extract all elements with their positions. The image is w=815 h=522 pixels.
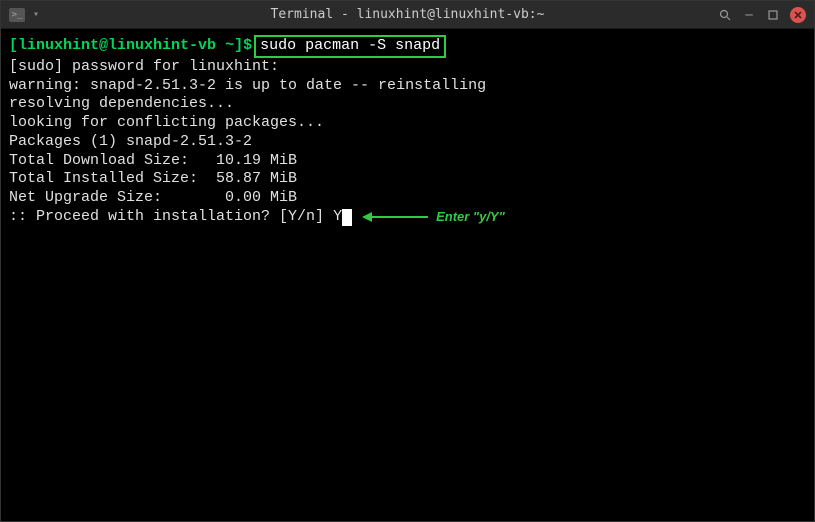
prompt-open-bracket: [ [9, 37, 18, 56]
terminal-icon: >_ [9, 8, 25, 22]
command-highlight-box: sudo pacman -S snapd [254, 35, 446, 58]
titlebar-right: ─ [718, 7, 806, 23]
minimize-button[interactable]: ─ [742, 8, 756, 22]
prompt-path: ~ [216, 37, 234, 56]
search-icon [719, 9, 731, 21]
output-line: Net Upgrade Size: 0.00 MiB [9, 189, 806, 208]
prompt-symbol: $ [243, 37, 252, 56]
titlebar-left: >_ ▾ [9, 8, 39, 22]
search-button[interactable] [718, 8, 732, 22]
annotation-text: Enter "y/Y" [436, 209, 505, 225]
output-line: Total Download Size: 10.19 MiB [9, 152, 806, 171]
output-line: Packages (1) snapd-2.51.3-2 [9, 133, 806, 152]
window-title: Terminal - linuxhint@linuxhint-vb:~ [271, 7, 545, 22]
dropdown-icon[interactable]: ▾ [33, 9, 39, 20]
annotation: Enter "y/Y" [360, 209, 505, 225]
output-line: looking for conflicting packages... [9, 114, 806, 133]
maximize-icon [768, 10, 778, 20]
prompt-user: linuxhint@linuxhint-vb [18, 37, 216, 56]
terminal-body[interactable]: [linuxhint@linuxhint-vb ~]$ sudo pacman … [1, 29, 814, 521]
output-line: [sudo] password for linuxhint: [9, 58, 806, 77]
cursor [342, 209, 352, 226]
output-line: resolving dependencies... [9, 95, 806, 114]
output-line: warning: snapd-2.51.3-2 is up to date --… [9, 77, 806, 96]
user-input: Y [333, 208, 342, 227]
close-icon [794, 11, 802, 19]
proceed-line: :: Proceed with installation? [Y/n] Y En… [9, 208, 806, 227]
proceed-prompt: :: Proceed with installation? [Y/n] [9, 208, 333, 227]
titlebar: >_ ▾ Terminal - linuxhint@linuxhint-vb:~… [1, 1, 814, 29]
close-button[interactable] [790, 7, 806, 23]
output-line: Total Installed Size: 58.87 MiB [9, 170, 806, 189]
prompt-close-bracket: ] [234, 37, 243, 56]
terminal-window: >_ ▾ Terminal - linuxhint@linuxhint-vb:~… [0, 0, 815, 522]
arrow-icon [360, 209, 430, 225]
command-text: sudo pacman -S snapd [260, 37, 440, 54]
maximize-button[interactable] [766, 8, 780, 22]
prompt-line: [linuxhint@linuxhint-vb ~]$ sudo pacman … [9, 35, 806, 58]
